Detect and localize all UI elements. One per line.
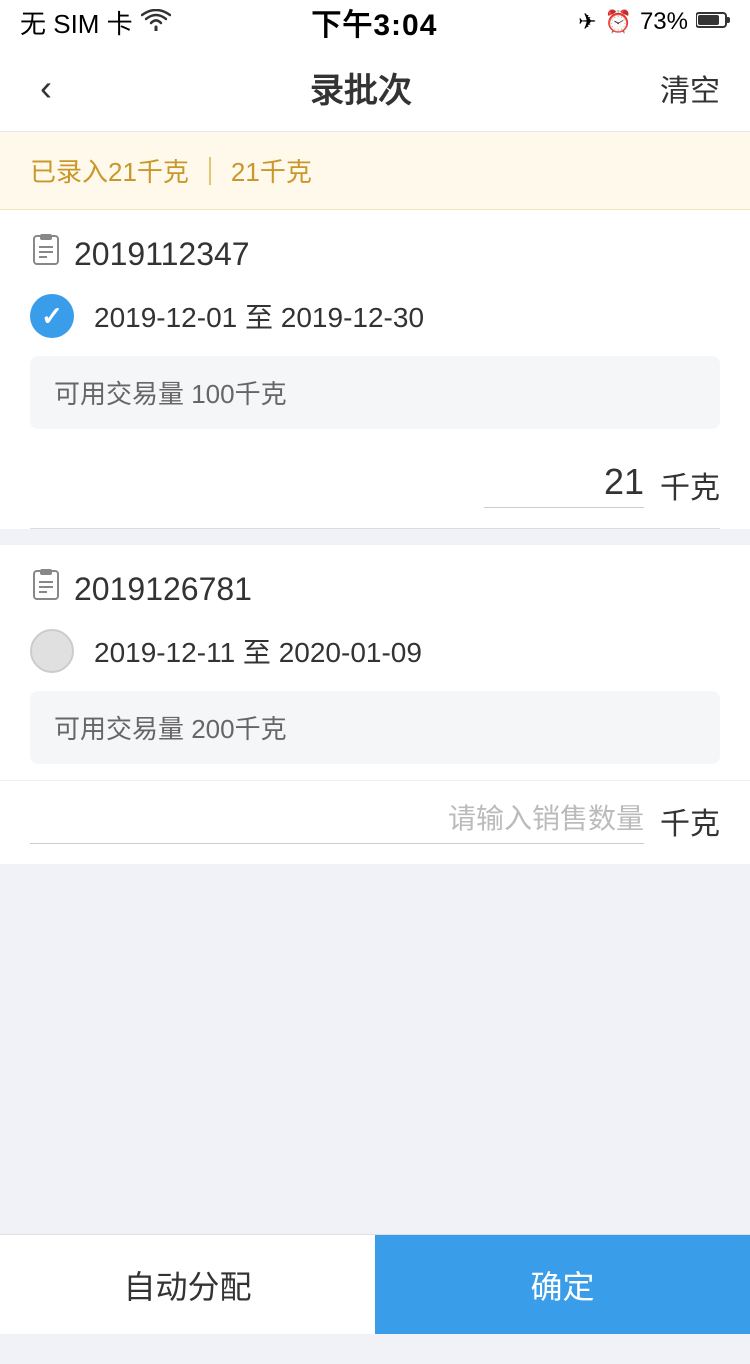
status-time: 下午3:04 — [311, 0, 437, 44]
card-divider — [0, 529, 750, 545]
page-title: 录批次 — [310, 63, 412, 112]
batch-1-icon — [30, 234, 62, 274]
batch-1-checkbox[interactable]: ✓ — [30, 294, 74, 338]
batch-2-available: 可用交易量 200千克 — [30, 691, 720, 764]
batch-2-checkbox[interactable] — [30, 629, 74, 673]
batch-1-date: 2019-12-01 至 2019-12-30 — [94, 296, 424, 336]
batch-1-id: 2019112347 — [74, 236, 250, 273]
back-button[interactable]: ‹ — [30, 57, 62, 119]
batch-2-row[interactable]: 2019-12-11 至 2020-01-09 — [0, 619, 750, 683]
batch-1-unit: 千克 — [660, 463, 720, 507]
status-right: ✈ ⏰ 73% — [578, 8, 730, 36]
batch-2-date: 2019-12-11 至 2020-01-09 — [94, 631, 422, 671]
batch-2-id: 2019126781 — [74, 571, 252, 608]
batch-2-header: 2019126781 — [0, 545, 750, 619]
summary-divider — [209, 157, 211, 185]
alarm-icon: ⏰ — [605, 9, 632, 35]
batch-card-1: 2019112347 ✓ 2019-12-01 至 2019-12-30 可用交… — [0, 210, 750, 529]
empty-area — [0, 864, 750, 1264]
batch-2-icon — [30, 569, 62, 609]
summary-bar: 已录入21千克 21千克 — [0, 132, 750, 210]
batch-card-2: 2019126781 2019-12-11 至 2020-01-09 可用交易量… — [0, 545, 750, 864]
batch-2-quantity-placeholder[interactable]: 请输入销售数量 — [30, 797, 644, 844]
status-left: 无 SIM 卡 — [20, 4, 171, 41]
confirm-button[interactable]: 确定 — [375, 1235, 750, 1334]
carrier-label: 无 SIM 卡 — [20, 4, 133, 41]
batch-1-available: 可用交易量 100千克 — [30, 356, 720, 429]
clear-button[interactable]: 清空 — [660, 66, 720, 110]
status-bar: 无 SIM 卡 下午3:04 ✈ ⏰ 73% — [0, 0, 750, 44]
batch-1-quantity-value: 21 — [604, 461, 644, 502]
checkmark-icon: ✓ — [41, 301, 63, 332]
batch-1-row[interactable]: ✓ 2019-12-01 至 2019-12-30 — [0, 284, 750, 348]
wifi-icon — [141, 7, 171, 38]
battery-percent: 73% — [640, 8, 688, 36]
batch-2-unit: 千克 — [660, 799, 720, 843]
batch-1-quantity-row: 21 千克 — [0, 445, 750, 528]
recorded-label: 已录入21千克 — [30, 152, 189, 189]
nav-bar: ‹ 录批次 清空 — [0, 44, 750, 132]
summary-value: 21千克 — [231, 152, 312, 189]
location-icon: ✈ — [578, 9, 596, 35]
battery-icon — [696, 8, 730, 36]
batch-2-input-row[interactable]: 请输入销售数量 千克 — [0, 780, 750, 864]
content-area: 2019112347 ✓ 2019-12-01 至 2019-12-30 可用交… — [0, 210, 750, 1364]
bottom-actions: 自动分配 确定 — [0, 1234, 750, 1334]
batch-1-header: 2019112347 — [0, 210, 750, 284]
auto-distribute-button[interactable]: 自动分配 — [0, 1235, 375, 1334]
batch-1-quantity-input[interactable]: 21 — [484, 461, 644, 508]
